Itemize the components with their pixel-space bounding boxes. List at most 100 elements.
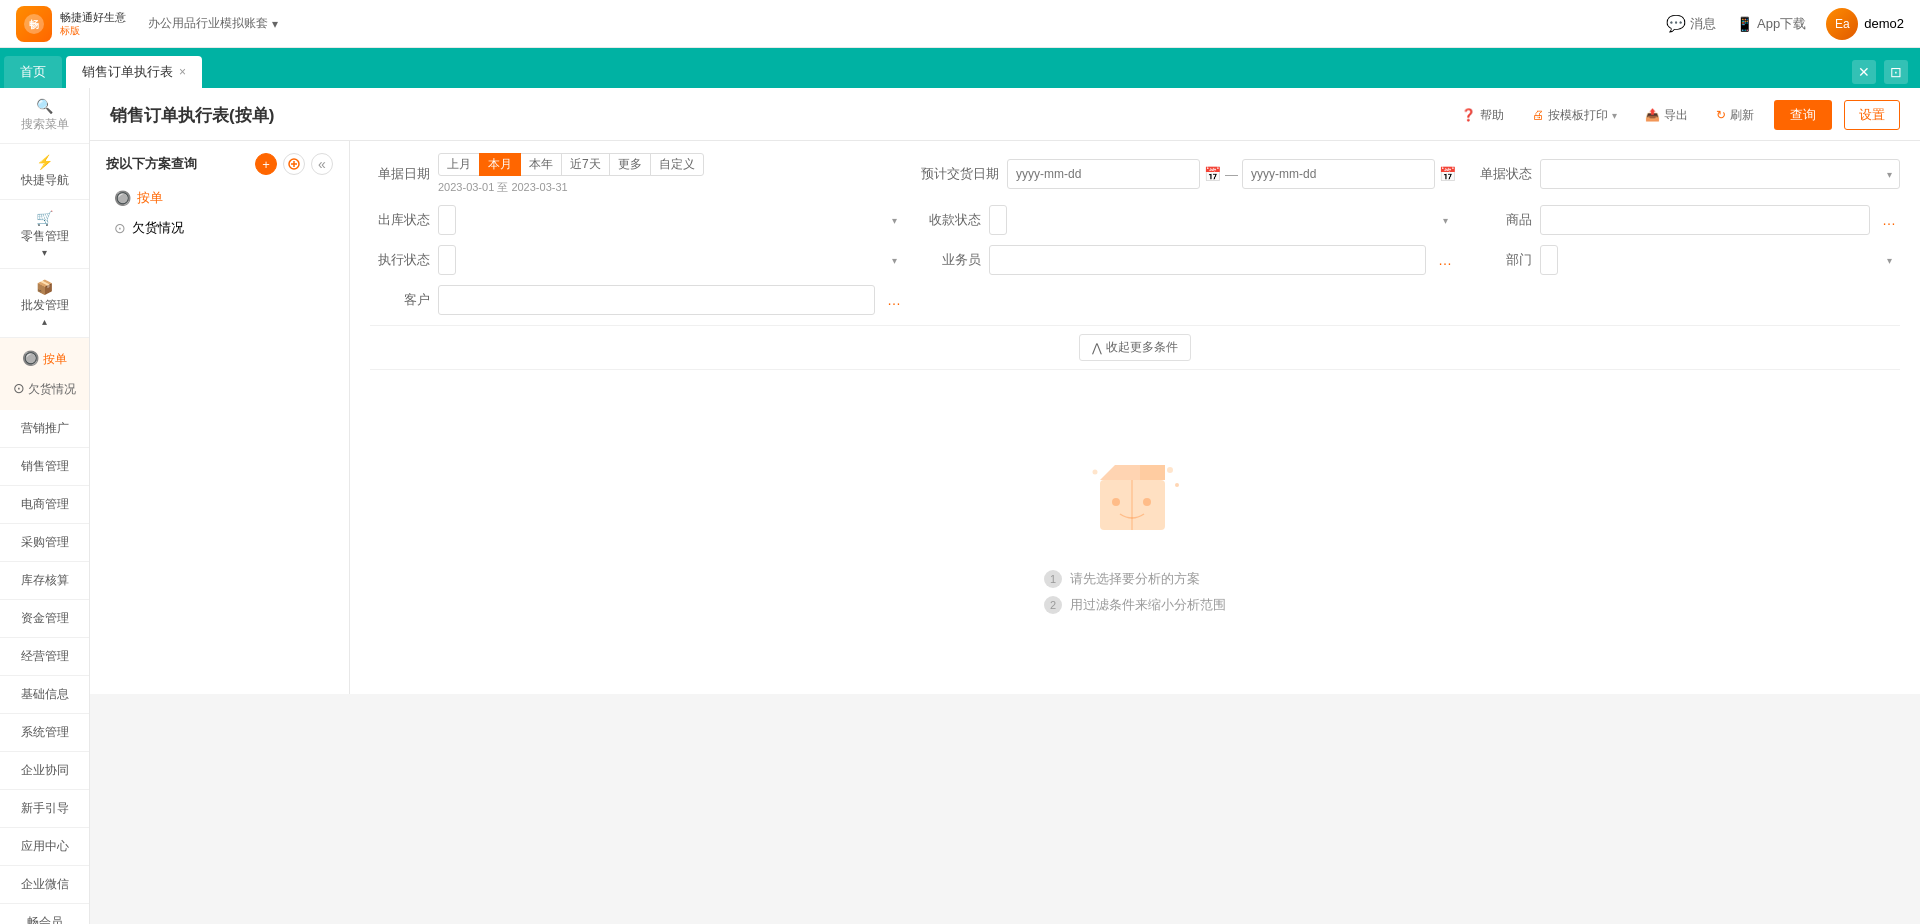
message-action[interactable]: 💬 消息 [1666, 14, 1716, 33]
tab-active[interactable]: 销售订单执行表 × [66, 56, 202, 88]
goods-label: 商品 [1472, 211, 1532, 229]
filter-row-3: 执行状态 ▾ 业务员 [370, 245, 1900, 275]
forecast-date-from[interactable] [1007, 159, 1200, 189]
date-label: 单据日期 [370, 165, 430, 183]
refresh-btn[interactable]: ↻ 刷新 [1708, 103, 1762, 128]
collapse-button[interactable]: ⋀ 收起更多条件 [1079, 334, 1191, 361]
filter-group-forecast: 预计交货日期 📅 — 📅 [921, 159, 1456, 189]
customer-more-btn[interactable]: … [883, 292, 905, 308]
forecast-date-to[interactable] [1242, 159, 1435, 189]
sidebar-sub-arrears[interactable]: ⊙ 欠货情况 [0, 374, 89, 404]
filter-group-customer: 客户 … [370, 285, 905, 315]
user-info[interactable]: Ea demo2 [1826, 8, 1904, 40]
salesman-input[interactable] [989, 245, 1426, 275]
avatar: Ea [1826, 8, 1858, 40]
sidebar-item-shortcut[interactable]: ⚡ 快捷导航 [0, 144, 89, 200]
execute-status-select[interactable] [438, 245, 456, 275]
receipt-status-select[interactable] [989, 205, 1007, 235]
export-btn[interactable]: 📤 导出 [1637, 103, 1696, 128]
salesman-more-btn[interactable]: … [1434, 252, 1456, 268]
message-label: 消息 [1690, 15, 1716, 33]
date-tab-7days[interactable]: 近7天 [561, 153, 610, 176]
sidebar-sub-pressorder-label: 按单 [43, 352, 67, 366]
tab-active-label: 销售订单执行表 [82, 63, 173, 81]
settings-button[interactable]: 设置 [1844, 100, 1900, 130]
forecast-calendar-icon2[interactable]: 📅 [1439, 166, 1456, 182]
add-plan-btn[interactable]: + [255, 153, 277, 175]
sidebar-item-purchase[interactable]: 采购管理 [0, 524, 89, 562]
tab-close-action[interactable]: ✕ [1852, 60, 1876, 84]
filter-container: 单据日期 上月 本月 本年 近7天 更多 自定义 [350, 141, 1920, 369]
sidebar-member-label: 畅会员 [27, 914, 63, 924]
execute-chevron-icon: ▾ [892, 255, 897, 266]
sidebar-purchase-label: 采购管理 [21, 534, 69, 551]
date-range-hint: 2023-03-01 至 2023-03-31 [438, 180, 709, 195]
sidebar-item-ecommerce[interactable]: 电商管理 [0, 486, 89, 524]
date-tab-custom[interactable]: 自定义 [650, 153, 704, 176]
template-print-btn[interactable]: 🖨 按模板打印 ▾ [1524, 103, 1625, 128]
help-btn[interactable]: ❓ 帮助 [1453, 103, 1512, 128]
tab-close-btn[interactable]: × [179, 65, 186, 79]
sidebar-item-wechat[interactable]: 企业微信 [0, 866, 89, 904]
empty-text: 1 请先选择要分析的方案 2 用过滤条件来缩小分析范围 [1044, 570, 1226, 614]
forecast-calendar-icon1[interactable]: 📅 [1204, 166, 1221, 182]
sidebar-sub-pressorder[interactable]: 🔘 按单 [0, 344, 89, 374]
collapse-panel-btn[interactable]: « [311, 153, 333, 175]
app-icon: 📱 [1736, 16, 1753, 32]
date-tab-more[interactable]: 更多 [609, 153, 651, 176]
sidebar-item-enterprise[interactable]: 企业协同 [0, 752, 89, 790]
empty-step-1: 1 请先选择要分析的方案 [1044, 570, 1226, 588]
receipt-status-label: 收款状态 [921, 211, 981, 229]
filter-group-ship: 出库状态 ▾ [370, 205, 905, 235]
goods-more-btn[interactable]: … [1878, 212, 1900, 228]
sidebar-item-system[interactable]: 系统管理 [0, 714, 89, 752]
date-tab-this-month[interactable]: 本月 [479, 153, 521, 176]
sidebar-item-search[interactable]: 🔍 搜索菜单 [0, 88, 89, 144]
app-download-action[interactable]: 📱 App下载 [1736, 15, 1806, 33]
query-button[interactable]: 查询 [1774, 100, 1832, 130]
empty-icon [1085, 450, 1185, 550]
date-section: 上月 本月 本年 近7天 更多 自定义 2023-03-01 至 2023-03… [438, 153, 709, 195]
page-content: 按以下方案查询 + « [90, 141, 1920, 924]
company-dropdown[interactable]: 办公用品行业模拟账套 ▾ [148, 15, 278, 32]
active-item-icon: 🔘 [114, 190, 131, 206]
goods-input[interactable] [1540, 205, 1870, 235]
right-section: 单据日期 上月 本月 本年 近7天 更多 自定义 [350, 141, 1920, 694]
sidebar-item-marketing[interactable]: 营销推广 [0, 410, 89, 448]
svg-text:畅: 畅 [29, 19, 39, 30]
user-name: demo2 [1864, 16, 1904, 31]
customer-input[interactable] [438, 285, 875, 315]
date-tab-this-year[interactable]: 本年 [520, 153, 562, 176]
content-wrapper: 按以下方案查询 + « [90, 141, 1920, 694]
tab-expand-action[interactable]: ⊡ [1884, 60, 1908, 84]
receipt-select-wrapper: ▾ [989, 205, 1456, 235]
refresh-icon: ↻ [1716, 108, 1726, 122]
collapse-icon: ⋀ [1092, 341, 1102, 355]
sidebar-item-newbie[interactable]: 新手引导 [0, 790, 89, 828]
sidebar-item-apps[interactable]: 应用中心 [0, 828, 89, 866]
dept-select[interactable] [1540, 245, 1558, 275]
sidebar-finance-label: 资金管理 [21, 610, 69, 627]
sidebar-item-finance[interactable]: 资金管理 [0, 600, 89, 638]
wholesale-arrow-icon: ▴ [42, 316, 47, 327]
ship-status-select[interactable] [438, 205, 456, 235]
tab-home-label: 首页 [20, 63, 46, 81]
panel-item-arrears[interactable]: ⊙ 欠货情况 [106, 213, 333, 243]
sidebar-item-retail[interactable]: 🛒 零售管理 ▾ [0, 200, 89, 269]
sidebar-item-operation[interactable]: 经营管理 [0, 638, 89, 676]
status-select[interactable] [1540, 159, 1900, 189]
sidebar-item-inventory[interactable]: 库存核算 [0, 562, 89, 600]
forecast-label: 预计交货日期 [921, 165, 999, 183]
empty-step-2: 2 用过滤条件来缩小分析范围 [1044, 596, 1226, 614]
sidebar-search-label: 搜索菜单 [21, 116, 69, 133]
sidebar-item-sales[interactable]: 销售管理 [0, 448, 89, 486]
sidebar-item-basic[interactable]: 基础信息 [0, 676, 89, 714]
edit-plan-btn[interactable] [283, 153, 305, 175]
filter-group-execute: 执行状态 ▾ [370, 245, 905, 275]
export-icon: 📤 [1645, 108, 1660, 122]
date-tab-last-month[interactable]: 上月 [438, 153, 480, 176]
sidebar-item-wholesale[interactable]: 📦 批发管理 ▴ [0, 269, 89, 338]
panel-item-pressorder[interactable]: 🔘 按单 [106, 183, 333, 213]
sidebar-item-member[interactable]: 畅会员 [0, 904, 89, 924]
tab-home[interactable]: 首页 [4, 56, 62, 88]
